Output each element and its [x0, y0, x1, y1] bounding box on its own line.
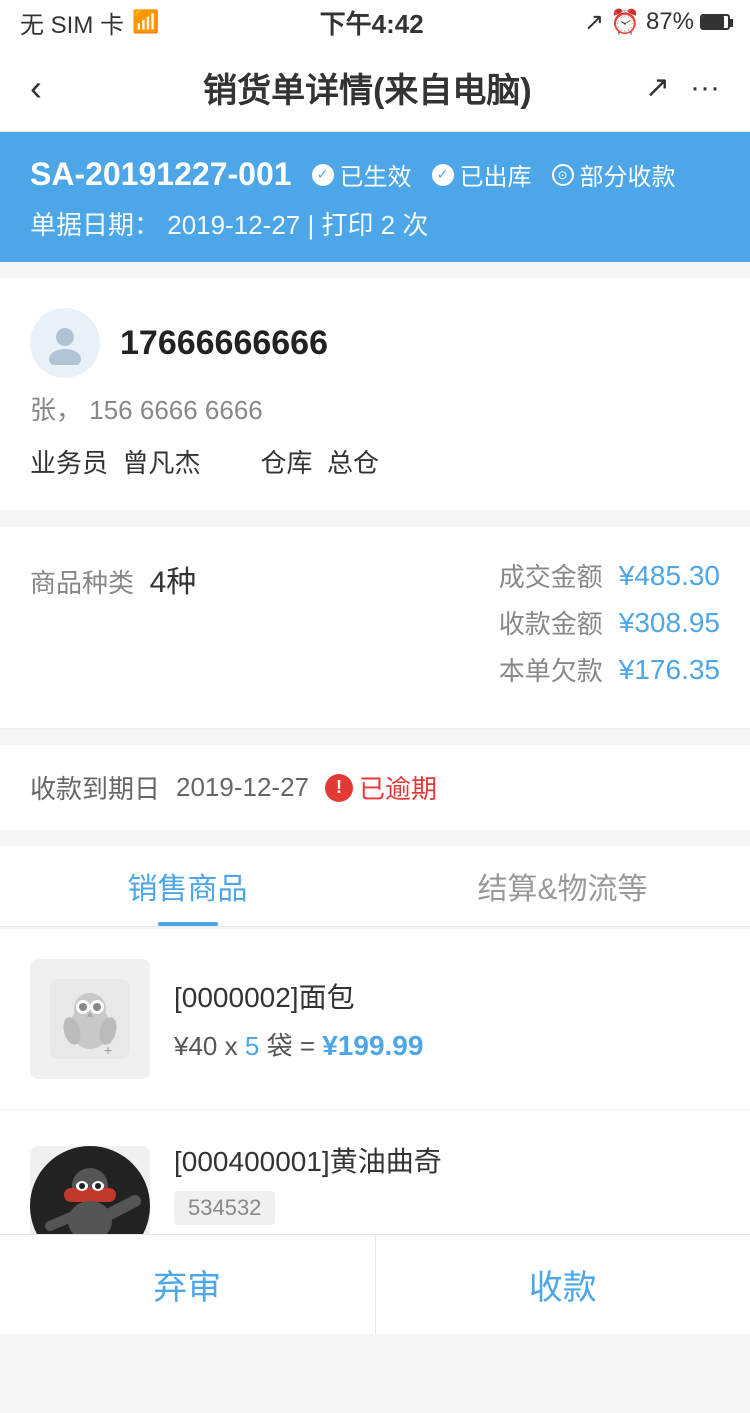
overdue-text: 已逾期	[359, 769, 437, 806]
warehouse-meta: 仓库 总仓	[260, 443, 378, 480]
product-item: + [0000002]面包 ¥40 x 5 袋 = ¥199.99	[0, 929, 750, 1110]
nav-actions: ↗ ···	[645, 70, 720, 105]
amounts-info: 成交金额 ¥485.30 收款金额 ¥308.95 本单欠款 ¥176.35	[499, 557, 720, 698]
back-button[interactable]: ‹	[30, 67, 90, 109]
alarm-icon: ⏰	[610, 8, 640, 37]
product-price-1: ¥40 x 5 袋 = ¥199.99	[174, 1026, 720, 1063]
category-info: 商品种类 4种	[30, 557, 196, 601]
battery-text: 87%	[646, 8, 694, 36]
nav-bar: ‹ 销货单详情(来自电脑) ↗ ···	[0, 44, 750, 132]
status-bar: 无 SIM 卡 📶 下午4:42 ↗ ⏰ 87%	[0, 0, 750, 44]
overdue-icon: !	[325, 774, 353, 802]
bottom-bar: 弃审 收款	[0, 1234, 750, 1334]
tab-settlement[interactable]: 结算&物流等	[375, 846, 750, 926]
product-image-1: +	[30, 959, 150, 1079]
due-date-label: 收款到期日	[30, 769, 160, 806]
badge-active: ✓ 已生效	[312, 157, 412, 192]
clock-icon: ⊙	[552, 164, 574, 186]
product-sku-2: 534532	[174, 1191, 275, 1225]
product-name-2: [000400001]黄油曲奇	[174, 1140, 720, 1180]
customer-name-phone: 张， 156 6666 6666	[30, 390, 720, 427]
tab-underline	[158, 922, 218, 926]
tabs-container: 销售商品 结算&物流等	[0, 846, 750, 927]
status-right: ↗ ⏰ 87%	[584, 8, 730, 37]
receipt-button[interactable]: 收款	[376, 1235, 750, 1334]
product-info-1: [0000002]面包 ¥40 x 5 袋 = ¥199.99	[174, 976, 720, 1063]
order-id-row: SA-20191227-001 ✓ 已生效 ✓ 已出库 ⊙ 部分收款	[30, 156, 720, 193]
badge-shipped: ✓ 已出库	[432, 157, 532, 192]
due-date-value: 2019-12-27	[176, 772, 309, 803]
customer-meta: 业务员 曾凡杰 仓库 总仓	[30, 443, 720, 480]
status-time: 下午4:42	[320, 4, 424, 41]
deal-amount-row: 成交金额 ¥485.30	[499, 557, 720, 594]
badge-partial: ⊙ 部分收款	[552, 157, 676, 192]
tab-sales-products[interactable]: 销售商品	[0, 846, 375, 926]
avatar-icon	[43, 321, 87, 365]
header-date-row: 单据日期： 2019-12-27 | 打印 2 次	[30, 205, 720, 242]
due-date-section: 收款到期日 2019-12-27 ! 已逾期	[0, 745, 750, 830]
status-carrier: 无 SIM 卡 📶	[20, 5, 159, 40]
header-card: SA-20191227-001 ✓ 已生效 ✓ 已出库 ⊙ 部分收款 单据日期：…	[0, 132, 750, 262]
share-icon[interactable]: ↗	[645, 70, 670, 105]
sales-meta: 业务员 曾凡杰	[30, 443, 200, 480]
receipt-amount-row: 收款金额 ¥308.95	[499, 604, 720, 641]
overdue-badge: ! 已逾期	[325, 769, 437, 806]
customer-row: 17666666666	[30, 308, 720, 378]
product-qty-1: 5	[245, 1031, 259, 1061]
owl-image: +	[50, 979, 130, 1059]
debt-amount-row: 本单欠款 ¥176.35	[499, 651, 720, 688]
order-id: SA-20191227-001	[30, 156, 292, 193]
customer-section: 17666666666 张， 156 6666 6666 业务员 曾凡杰 仓库 …	[0, 278, 750, 511]
avatar	[30, 308, 100, 378]
battery-icon	[700, 14, 730, 30]
check-icon-1: ✓	[312, 164, 334, 186]
svg-text:+: +	[104, 1042, 112, 1058]
product-total-1: ¥199.99	[322, 1030, 423, 1061]
carrier-text: 无 SIM 卡	[20, 5, 124, 40]
check-icon-2: ✓	[432, 164, 454, 186]
location-icon: ↗	[584, 8, 604, 37]
customer-phone: 17666666666	[120, 324, 328, 363]
more-icon[interactable]: ···	[690, 71, 720, 105]
wifi-icon: 📶	[132, 9, 159, 35]
summary-section: 商品种类 4种 成交金额 ¥485.30 收款金额 ¥308.95 本单欠款 ¥…	[0, 527, 750, 729]
cancel-review-button[interactable]: 弃审	[0, 1235, 376, 1334]
product-name-1: [0000002]面包	[174, 976, 720, 1016]
page-title: 销货单详情(来自电脑)	[203, 63, 532, 112]
